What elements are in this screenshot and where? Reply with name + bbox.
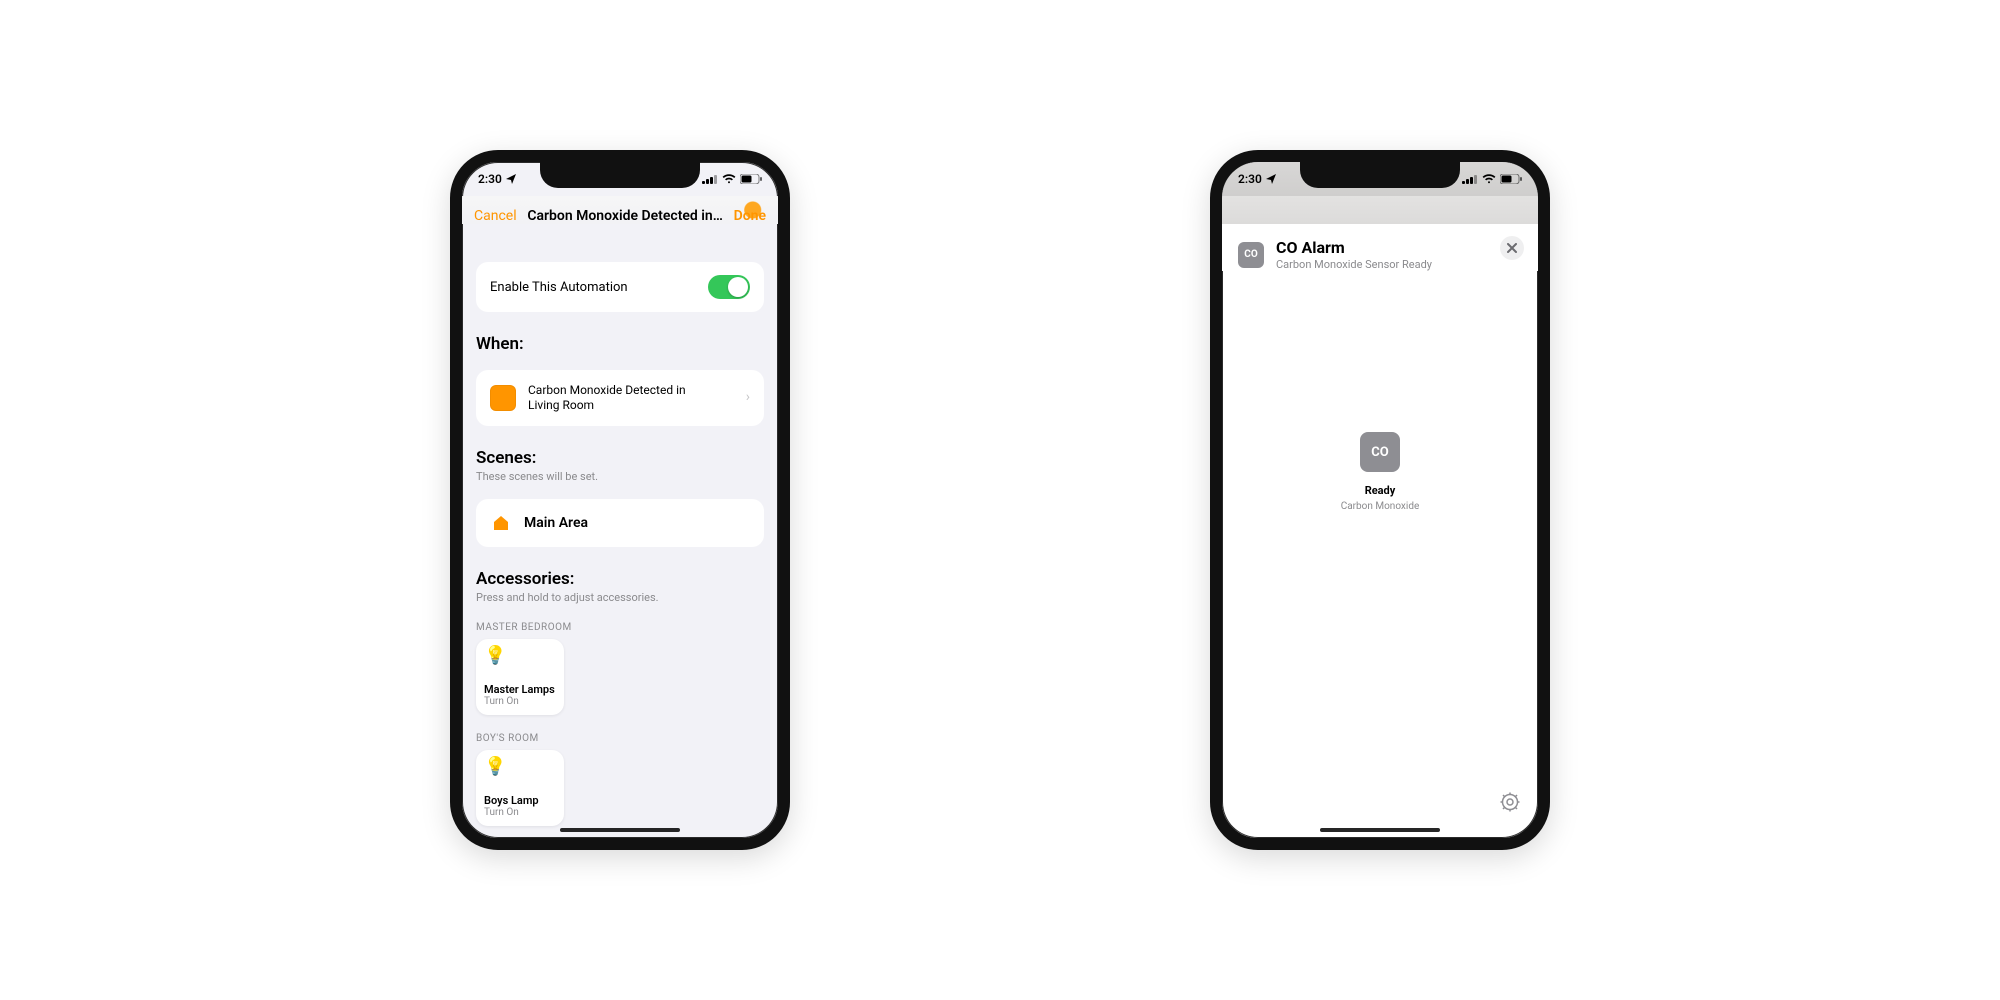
clock: 2:30 [478, 172, 502, 186]
sensor-ready-label: Ready [1365, 484, 1396, 497]
phone-sensor-detail: 2:30 CO CO Alarm Carbon Monoxide Sensor … [1210, 150, 1550, 850]
home-indicator[interactable] [560, 828, 680, 832]
enable-automation-label: Enable This Automation [490, 280, 628, 295]
clock: 2:30 [1238, 172, 1262, 186]
scenes-subtext: These scenes will be set. [476, 470, 764, 483]
scene-name: Main Area [524, 515, 588, 531]
cellular-icon [702, 174, 718, 184]
location-arrow-icon [1266, 174, 1276, 184]
modal-grab-area [1222, 196, 1538, 224]
settings-button[interactable] [1500, 792, 1520, 812]
chevron-right-icon: › [746, 389, 750, 407]
device-notch [540, 162, 700, 188]
trigger-row[interactable]: Carbon Monoxide Detected in Living Room … [476, 370, 764, 426]
co-large-icon: CO [1360, 432, 1400, 472]
close-icon [1507, 243, 1517, 253]
room-label-master: MASTER BEDROOM [476, 622, 764, 633]
room-label-boys: BOY'S ROOM [476, 733, 764, 744]
trigger-text-line2: Living Room [528, 398, 686, 413]
sensor-title: CO Alarm [1276, 238, 1432, 257]
sensor-subtitle: Carbon Monoxide Sensor Ready [1276, 258, 1432, 271]
device-notch [1300, 162, 1460, 188]
wifi-icon [1482, 174, 1496, 184]
bulb-icon: 💡 [484, 647, 556, 665]
accessory-tile-master-lamps[interactable]: 💡 Master Lamps Turn On [476, 639, 564, 715]
co-badge-icon: CO [1238, 242, 1264, 268]
sensor-type-label: Carbon Monoxide [1341, 501, 1420, 512]
gear-icon [1500, 792, 1520, 812]
scroll-content: Enable This Automation When: Carbon Mono… [462, 224, 778, 838]
home-icon [490, 512, 512, 534]
home-indicator[interactable] [1320, 828, 1440, 832]
wifi-icon [722, 174, 736, 184]
battery-icon [1500, 174, 1522, 184]
enable-automation-row[interactable]: Enable This Automation [476, 262, 764, 312]
sensor-header: CO CO Alarm Carbon Monoxide Sensor Ready [1222, 224, 1538, 271]
enable-toggle[interactable] [708, 275, 750, 299]
accessories-subtext: Press and hold to adjust accessories. [476, 591, 764, 604]
tile-state: Turn On [484, 696, 556, 707]
scene-row-main-area[interactable]: Main Area [476, 499, 764, 547]
cellular-icon [1462, 174, 1478, 184]
scenes-heading: Scenes: [476, 448, 764, 468]
done-button[interactable]: Done [734, 208, 766, 224]
tile-state: Turn On [484, 807, 556, 818]
sensor-status: CO Ready Carbon Monoxide [1222, 432, 1538, 512]
nav-title: Carbon Monoxide Detected in… [517, 208, 734, 224]
tile-name: Master Lamps [484, 683, 556, 696]
accessory-tile-boys-lamp[interactable]: 💡 Boys Lamp Turn On [476, 750, 564, 826]
location-arrow-icon [506, 174, 516, 184]
battery-icon [740, 174, 762, 184]
accessories-heading: Accessories: [476, 569, 764, 589]
phone-automation-detail: 2:30 Cancel Carbon Monoxide Detected in…… [450, 150, 790, 850]
tile-name: Boys Lamp [484, 794, 556, 807]
trigger-text-line1: Carbon Monoxide Detected in [528, 383, 686, 398]
close-button[interactable] [1500, 236, 1524, 260]
when-heading: When: [476, 334, 764, 354]
nav-bar: Cancel Carbon Monoxide Detected in… Done [462, 196, 778, 236]
sensor-icon [490, 385, 516, 411]
bulb-icon: 💡 [484, 758, 556, 776]
cancel-button[interactable]: Cancel [474, 208, 517, 224]
